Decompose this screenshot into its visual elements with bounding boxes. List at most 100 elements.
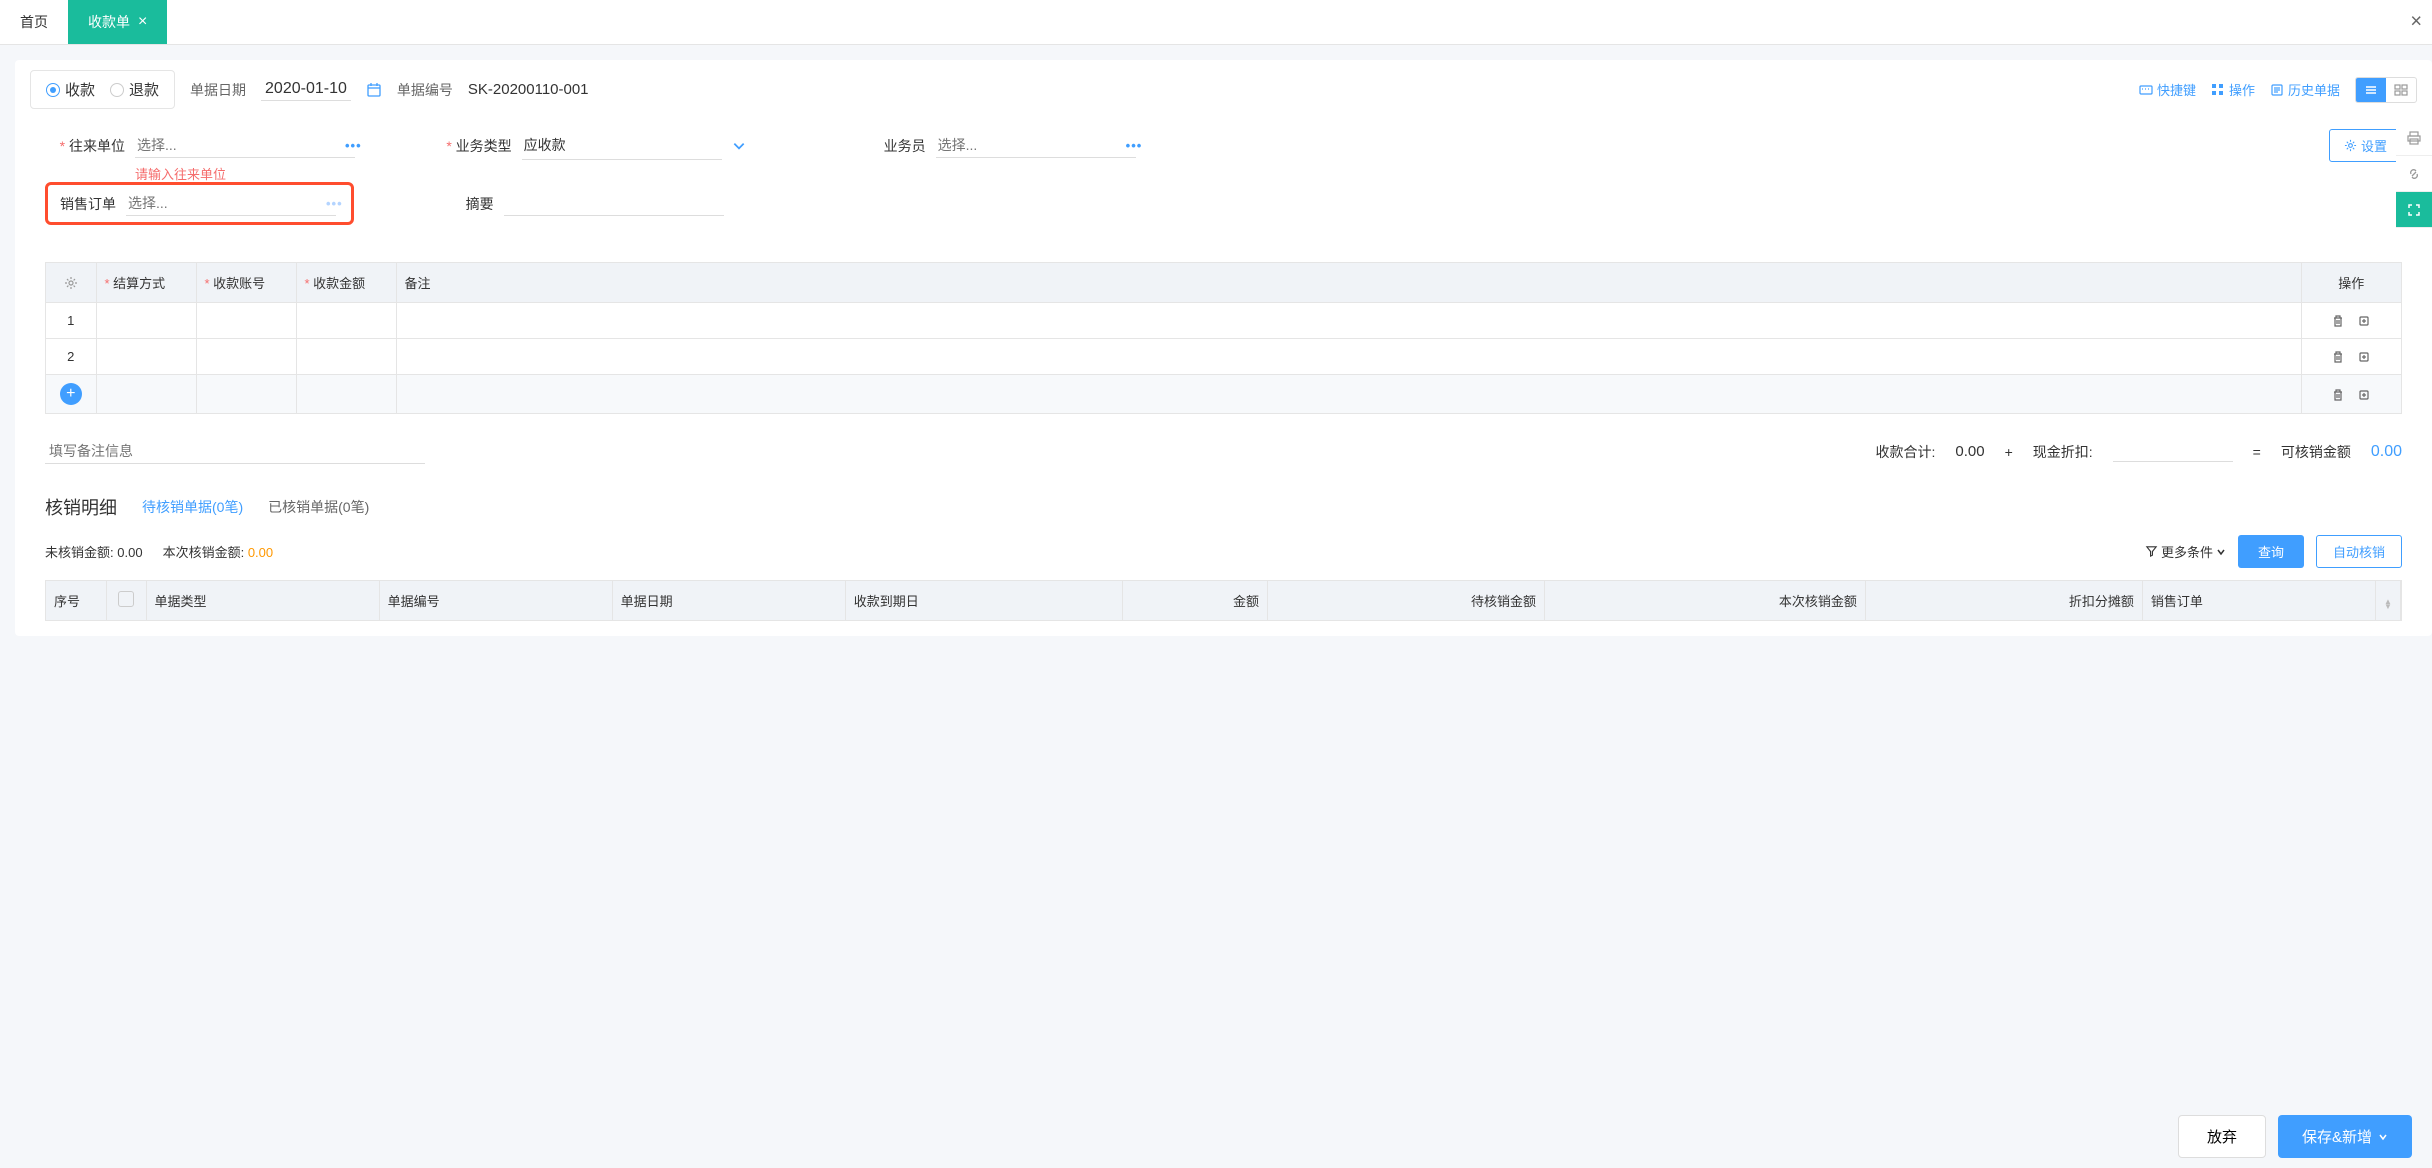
- table-row: 1: [46, 303, 2401, 339]
- more-filter-button[interactable]: 更多条件: [2145, 542, 2226, 561]
- salesperson-field: 业务员 •••: [846, 129, 1143, 162]
- cell-settle[interactable]: [96, 339, 196, 375]
- copy-icon[interactable]: [2357, 386, 2371, 402]
- chevron-down-icon[interactable]: [732, 139, 746, 153]
- tab-home[interactable]: 首页: [0, 0, 68, 44]
- link-icon[interactable]: [2396, 156, 2432, 192]
- calendar-icon[interactable]: [366, 81, 382, 98]
- sales-order-field: 销售订单 •••: [45, 182, 354, 225]
- sales-order-input[interactable]: [126, 191, 336, 216]
- query-button[interactable]: 查询: [2238, 535, 2304, 568]
- col-action: 操作: [2301, 263, 2401, 303]
- doc-no-value: SK-20200110-001: [468, 81, 589, 98]
- save-button[interactable]: 保存&新增: [2278, 1115, 2412, 1158]
- gear-icon: [2344, 139, 2357, 152]
- tab-label: 收款单: [88, 12, 130, 32]
- shortcut-button[interactable]: 快捷键: [2139, 80, 2196, 99]
- col-account: 收款账号: [205, 276, 266, 291]
- tab-receipt[interactable]: 收款单 ×: [68, 0, 167, 44]
- summary-row: 收款合计: 0.00 + 现金折扣: = 可核销金额 0.00: [15, 424, 2432, 479]
- biz-type-select[interactable]: 应收款: [522, 131, 722, 160]
- summary-input[interactable]: [504, 191, 724, 216]
- col-sales-order[interactable]: 销售订单: [2142, 581, 2375, 620]
- radio-refund[interactable]: 退款: [110, 79, 159, 100]
- cancel-button[interactable]: 放弃: [2178, 1115, 2266, 1158]
- dots-icon[interactable]: •••: [1126, 138, 1143, 153]
- col-this-amount[interactable]: 本次核销金额: [1544, 581, 1865, 620]
- cell-remark[interactable]: [396, 339, 2301, 375]
- delete-icon[interactable]: [2331, 349, 2345, 365]
- salesperson-input[interactable]: [936, 133, 1136, 158]
- copy-icon[interactable]: [2357, 313, 2371, 329]
- partner-input[interactable]: [135, 133, 355, 158]
- this-writeoff-label: 本次核销金额:: [163, 545, 245, 560]
- salesperson-label: 业务员: [846, 136, 926, 156]
- auto-writeoff-button[interactable]: 自动核销: [2316, 535, 2402, 568]
- col-due-date[interactable]: 收款到期日: [845, 581, 1122, 620]
- add-row-button[interactable]: +: [60, 383, 82, 405]
- radio-icon: [46, 83, 60, 97]
- summary-label: 摘要: [444, 194, 494, 214]
- this-writeoff-value: 0.00: [248, 545, 273, 560]
- equals-sign: =: [2253, 444, 2261, 460]
- grid-icon: [2211, 83, 2225, 97]
- view-list-button[interactable]: [2356, 78, 2386, 102]
- bottom-bar: 放弃 保存&新增: [2178, 1105, 2412, 1168]
- history-button[interactable]: 历史单据: [2270, 80, 2340, 99]
- list-icon: [2270, 83, 2284, 97]
- table-row: 2: [46, 339, 2401, 375]
- header-row: 收款 退款 单据日期 2020-01-10 单据编号 SK-20200110-0…: [15, 60, 2432, 119]
- delete-icon[interactable]: [2331, 386, 2345, 402]
- dots-icon[interactable]: •••: [345, 138, 362, 153]
- payment-table: 结算方式 收款账号 收款金额 备注 操作 1: [45, 262, 2402, 414]
- row-num: 2: [46, 339, 96, 375]
- unwriteoff-label: 未核销金额:: [45, 545, 114, 560]
- dots-icon[interactable]: •••: [326, 196, 343, 211]
- radio-receipt[interactable]: 收款: [46, 79, 95, 100]
- view-card-button[interactable]: [2386, 78, 2416, 102]
- verify-section: 核销明细 待核销单据(0笔) 已核销单据(0笔) 未核销金额: 0.00 本次核…: [15, 479, 2432, 636]
- tab-done[interactable]: 已核销单据(0笔): [268, 497, 369, 517]
- col-discount-share[interactable]: 折扣分摊额: [1865, 581, 2142, 620]
- view-toggle: [2355, 77, 2417, 103]
- summary-field: 摘要: [444, 182, 724, 225]
- cell-account[interactable]: [196, 303, 296, 339]
- sort-icon[interactable]: ▲▼: [2384, 599, 2392, 609]
- chevron-down-icon: [2216, 547, 2226, 557]
- col-settle: 结算方式: [105, 276, 166, 291]
- date-input[interactable]: 2020-01-10: [261, 78, 351, 101]
- col-pending[interactable]: 待核销金额: [1267, 581, 1544, 620]
- sales-order-label: 销售订单: [56, 194, 116, 214]
- remark-input[interactable]: [45, 439, 425, 464]
- col-doc-type[interactable]: 单据类型: [146, 581, 379, 620]
- verify-title: 核销明细: [45, 494, 117, 520]
- cell-amount[interactable]: [296, 303, 396, 339]
- row-num: 1: [46, 303, 96, 339]
- plus-sign: +: [2005, 444, 2013, 460]
- close-all-icon[interactable]: ×: [2410, 11, 2422, 34]
- cell-settle[interactable]: [96, 303, 196, 339]
- expand-icon[interactable]: [2396, 192, 2432, 228]
- cell-amount[interactable]: [296, 339, 396, 375]
- tab-bar: 首页 收款单 × ×: [0, 0, 2432, 45]
- tab-pending[interactable]: 待核销单据(0笔): [142, 497, 243, 517]
- settings-button[interactable]: 设置: [2329, 129, 2402, 162]
- partner-field: 往来单位 ••• 请输入往来单位: [45, 129, 362, 162]
- operate-button[interactable]: 操作: [2211, 80, 2255, 99]
- col-amount[interactable]: 金额: [1122, 581, 1267, 620]
- close-icon[interactable]: ×: [138, 13, 147, 31]
- partner-error: 请输入往来单位: [135, 164, 226, 183]
- col-doc-date[interactable]: 单据日期: [612, 581, 845, 620]
- receipt-type-radio: 收款 退款: [30, 70, 175, 109]
- gear-icon[interactable]: [64, 275, 78, 290]
- select-all-checkbox[interactable]: [118, 591, 134, 607]
- copy-icon[interactable]: [2357, 349, 2371, 365]
- discount-input[interactable]: [2113, 442, 2233, 462]
- col-doc-no[interactable]: 单据编号: [379, 581, 612, 620]
- cell-account[interactable]: [196, 339, 296, 375]
- delete-icon[interactable]: [2331, 313, 2345, 329]
- cell-remark[interactable]: [396, 303, 2301, 339]
- print-icon[interactable]: [2396, 120, 2432, 156]
- filter-icon: [2145, 545, 2158, 558]
- writeoff-value: 0.00: [2371, 443, 2402, 461]
